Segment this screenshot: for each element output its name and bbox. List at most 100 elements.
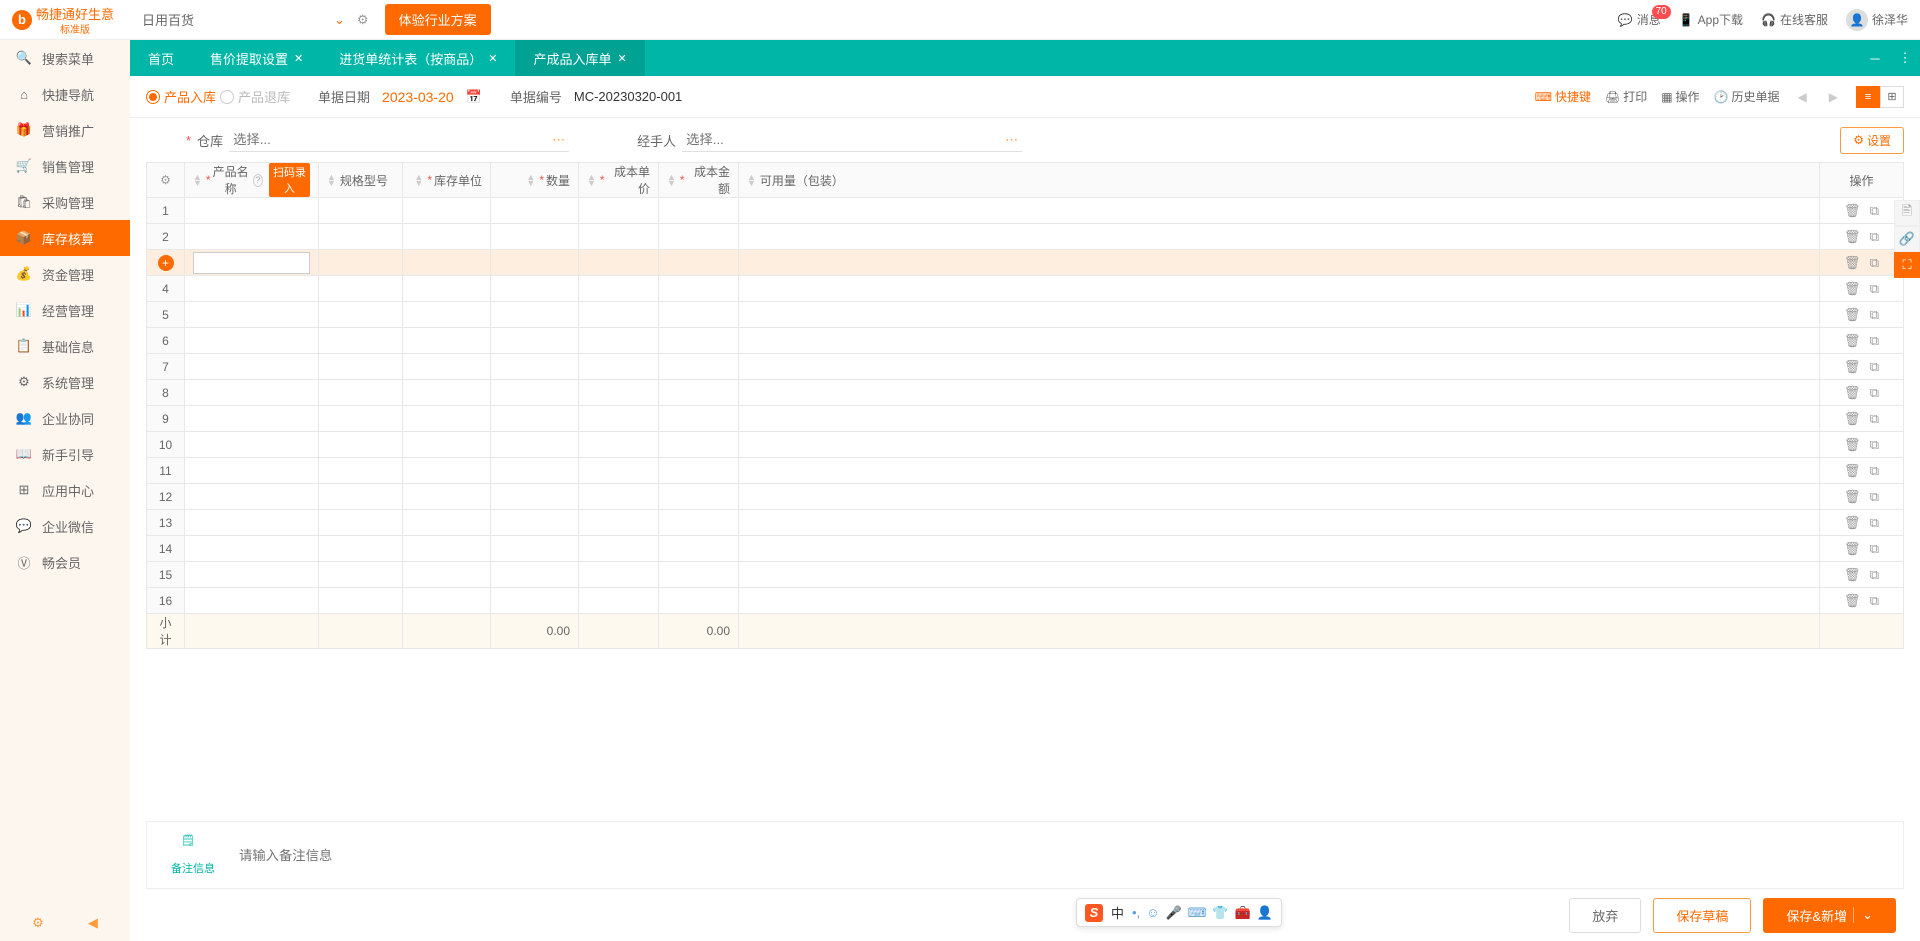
handler-input[interactable] — [682, 128, 1022, 152]
copy-row-icon[interactable]: ⧉ — [1870, 411, 1879, 426]
sidebar-item[interactable]: 🔍搜索菜单 — [0, 40, 130, 76]
delete-row-icon[interactable]: 🗑 — [1844, 463, 1861, 478]
delete-row-icon[interactable]: 🗑 — [1844, 489, 1861, 504]
ime-toolbar[interactable]: S 中 •, ☺ 🎤 ⌨ 👕 🧰 👤 — [1076, 898, 1282, 927]
widget-expand-button[interactable]: ⛶ — [1894, 252, 1920, 278]
radio-product-in[interactable]: 产品入库 — [146, 87, 216, 106]
delete-row-icon[interactable]: 🗑 — [1844, 567, 1861, 582]
table-row[interactable]: 12 🗑 ⧉ — [147, 484, 1904, 510]
copy-row-icon[interactable]: ⧉ — [1870, 307, 1879, 322]
close-icon[interactable]: ✕ — [618, 52, 627, 65]
messages-link[interactable]: 💬 消息 70 — [1618, 11, 1661, 28]
sidebar-item[interactable]: 🛍采购管理 — [0, 184, 130, 220]
sidebar-item[interactable]: Ⓥ畅会员 — [0, 544, 130, 580]
shortcut-button[interactable]: ⌨ 快捷键 — [1535, 88, 1591, 105]
sidebar-item[interactable]: 💰资金管理 — [0, 256, 130, 292]
tab[interactable]: 进货单统计表（按商品）✕ — [321, 40, 515, 76]
copy-row-icon[interactable]: ⧉ — [1870, 359, 1879, 374]
sidebar-item[interactable]: 📊经营管理 — [0, 292, 130, 328]
table-row[interactable]: 4 🗑 ⧉ — [147, 276, 1904, 302]
copy-row-icon[interactable]: ⧉ — [1870, 463, 1879, 478]
ime-user-icon[interactable]: 👤 — [1257, 905, 1273, 921]
table-row[interactable]: + 🗑 ⧉ — [147, 250, 1904, 276]
sidebar-item[interactable]: 💬企业微信 — [0, 508, 130, 544]
scan-input-button[interactable]: 扫码录入 — [269, 163, 310, 197]
user-menu[interactable]: 👤 徐泽华 — [1846, 9, 1908, 31]
delete-row-icon[interactable]: 🗑 — [1844, 385, 1861, 400]
sidebar-item[interactable]: 📦库存核算 — [0, 220, 130, 256]
widget-link-button[interactable]: 🔗 — [1894, 226, 1920, 252]
delete-row-icon[interactable]: 🗑 — [1844, 307, 1861, 322]
table-row[interactable]: 15 🗑 ⧉ — [147, 562, 1904, 588]
prev-doc-button[interactable]: ◀ — [1794, 90, 1811, 104]
copy-row-icon[interactable]: ⧉ — [1870, 333, 1879, 348]
table-row[interactable]: 9 🗑 ⧉ — [147, 406, 1904, 432]
ime-skin-icon[interactable]: 👕 — [1212, 905, 1228, 921]
ime-voice-icon[interactable]: 🎤 — [1165, 905, 1181, 921]
col-unit[interactable]: ▲▼*库存单位 — [403, 163, 491, 198]
sidebar-settings-icon[interactable]: ⚙ — [32, 915, 44, 931]
copy-row-icon[interactable]: ⧉ — [1870, 593, 1879, 608]
tabs-more-button[interactable]: ⋮ — [1890, 40, 1920, 76]
table-row[interactable]: 7 🗑 ⧉ — [147, 354, 1904, 380]
col-price[interactable]: ▲▼*成本单价 — [579, 163, 659, 198]
ime-emoji-icon[interactable]: ☺ — [1146, 905, 1159, 921]
table-row[interactable]: 8 🗑 ⧉ — [147, 380, 1904, 406]
form-settings-button[interactable]: ⚙ 设置 — [1840, 127, 1904, 154]
table-row[interactable]: 6 🗑 ⧉ — [147, 328, 1904, 354]
online-service-link[interactable]: 🎧 在线客服 — [1761, 11, 1828, 28]
col-spec[interactable]: ▲▼规格型号 — [319, 163, 403, 198]
table-row[interactable]: 11 🗑 ⧉ — [147, 458, 1904, 484]
copy-row-icon[interactable]: ⧉ — [1870, 437, 1879, 452]
sidebar-item[interactable]: 👥企业协同 — [0, 400, 130, 436]
copy-row-icon[interactable]: ⧉ — [1870, 515, 1879, 530]
copy-row-icon[interactable]: ⧉ — [1870, 229, 1879, 244]
delete-row-icon[interactable]: 🗑 — [1844, 333, 1861, 348]
delete-row-icon[interactable]: 🗑 — [1844, 515, 1861, 530]
help-icon[interactable]: ? — [253, 174, 263, 187]
warehouse-input[interactable] — [229, 128, 569, 152]
table-row[interactable]: 2 🗑 ⧉ — [147, 224, 1904, 250]
copy-row-icon[interactable]: ⧉ — [1870, 255, 1879, 270]
ime-punct-icon[interactable]: •, — [1132, 905, 1140, 921]
tabs-minimize-button[interactable]: ─ — [1860, 40, 1890, 76]
sidebar-item[interactable]: 🛒销售管理 — [0, 148, 130, 184]
delete-row-icon[interactable]: 🗑 — [1844, 411, 1861, 426]
copy-row-icon[interactable]: ⧉ — [1870, 281, 1879, 296]
table-row[interactable]: 1 🗑 ⧉ — [147, 198, 1904, 224]
remark-input[interactable] — [231, 840, 1879, 871]
view-list-button[interactable]: ≡ — [1856, 86, 1880, 108]
discard-button[interactable]: 放弃 — [1569, 898, 1641, 933]
calendar-icon[interactable]: 📅 — [466, 89, 482, 105]
col-amount[interactable]: ▲▼*成本金额 — [659, 163, 739, 198]
close-icon[interactable]: ✕ — [488, 52, 497, 65]
table-row[interactable]: 14 🗑 ⧉ — [147, 536, 1904, 562]
copy-row-icon[interactable]: ⧉ — [1870, 541, 1879, 556]
chevron-down-icon[interactable]: ⌄ — [1853, 907, 1873, 923]
copy-row-icon[interactable]: ⧉ — [1870, 203, 1879, 218]
add-row-button[interactable]: + — [158, 255, 174, 271]
col-available[interactable]: ▲▼可用量（包装） — [739, 163, 1820, 198]
product-name-input[interactable] — [193, 252, 310, 274]
operate-button[interactable]: ▦ 操作 — [1661, 88, 1699, 105]
handler-picker-icon[interactable]: ⋯ — [1005, 132, 1018, 148]
delete-row-icon[interactable]: 🗑 — [1844, 203, 1861, 218]
col-qty[interactable]: ▲▼*数量 — [491, 163, 579, 198]
delete-row-icon[interactable]: 🗑 — [1844, 437, 1861, 452]
sidebar-item[interactable]: 📖新手引导 — [0, 436, 130, 472]
close-icon[interactable]: ✕ — [294, 52, 303, 65]
delete-row-icon[interactable]: 🗑 — [1844, 281, 1861, 296]
shop-selector[interactable]: 日用百货 ⌄ — [142, 10, 345, 29]
tab[interactable]: 售价提取设置✕ — [192, 40, 321, 76]
col-product-name[interactable]: ▲▼ * 产品名称 ? 扫码录入 — [185, 163, 319, 198]
shop-settings-icon[interactable]: ⚙ — [357, 12, 369, 28]
col-config-button[interactable]: ⚙ — [147, 163, 185, 198]
sidebar-item[interactable]: ⌂快捷导航 — [0, 76, 130, 112]
history-button[interactable]: 🕑 历史单据 — [1714, 88, 1780, 105]
copy-row-icon[interactable]: ⧉ — [1870, 385, 1879, 400]
radio-product-out[interactable]: 产品退库 — [220, 87, 290, 106]
sidebar-item[interactable]: 📋基础信息 — [0, 328, 130, 364]
table-row[interactable]: 13 🗑 ⧉ — [147, 510, 1904, 536]
sidebar-item[interactable]: ⚙系统管理 — [0, 364, 130, 400]
sidebar-item[interactable]: 🎁营销推广 — [0, 112, 130, 148]
